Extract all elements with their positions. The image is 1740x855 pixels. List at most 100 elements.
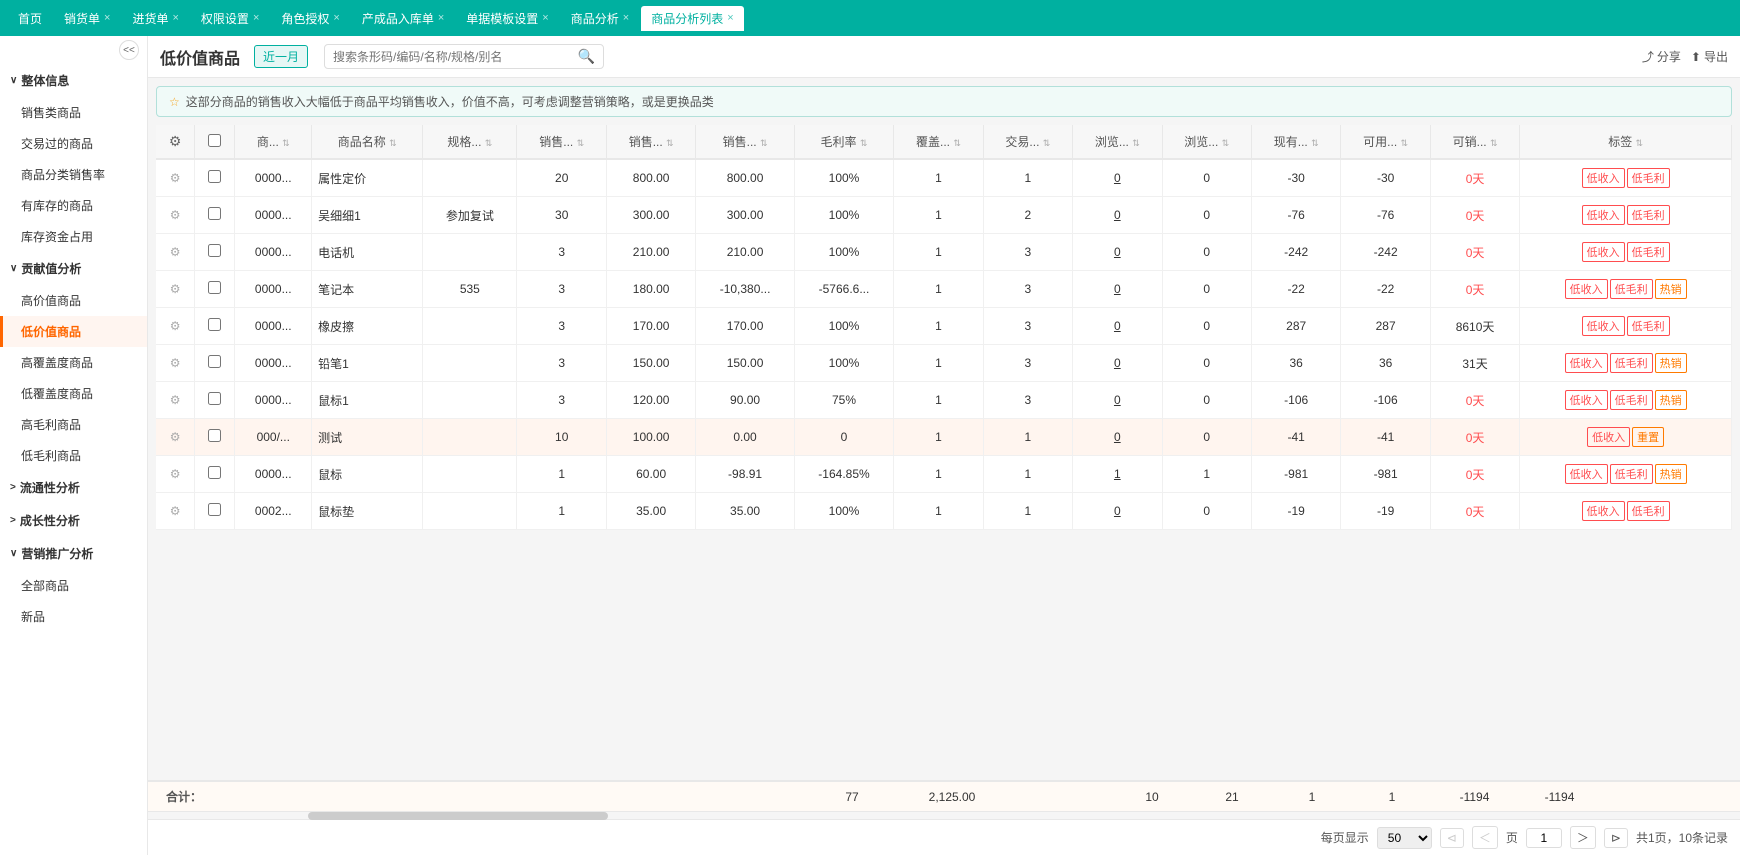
nav-sales-order[interactable]: 销货单 ×	[54, 6, 120, 31]
row-gear-icon[interactable]: ⚙	[170, 319, 181, 333]
tag-badge[interactable]: 低毛利	[1627, 501, 1670, 521]
browse1-link[interactable]: 0	[1114, 430, 1121, 444]
row-checkbox[interactable]	[208, 281, 221, 294]
col-available[interactable]: 可用... ⇅	[1341, 125, 1430, 159]
tag-badge[interactable]: 低毛利	[1610, 353, 1653, 373]
first-page-button[interactable]: ⊲	[1440, 828, 1464, 848]
close-icon[interactable]: ×	[727, 12, 733, 24]
col-browse2[interactable]: 浏览... ⇅	[1162, 125, 1251, 159]
tag-badge[interactable]: 低收入	[1565, 353, 1608, 373]
tag-badge[interactable]: 低收入	[1582, 242, 1625, 262]
cell-settings[interactable]: ⚙	[156, 308, 195, 345]
cell-settings[interactable]: ⚙	[156, 234, 195, 271]
sidebar-group-circulation[interactable]: > 流通性分析	[0, 471, 147, 504]
sidebar-item-stock-capital[interactable]: 库存资金占用	[0, 221, 147, 252]
row-gear-icon[interactable]: ⚙	[170, 171, 181, 185]
sidebar-item-sales-products[interactable]: 销售类商品	[0, 97, 147, 128]
sidebar-item-traded-products[interactable]: 交易过的商品	[0, 128, 147, 159]
nav-product-analysis-list[interactable]: 商品分析列表 ×	[641, 6, 743, 31]
export-button[interactable]: ⬆ 导出	[1691, 48, 1728, 65]
cell-checkbox[interactable]	[195, 456, 235, 493]
row-gear-icon[interactable]: ⚙	[170, 356, 181, 370]
tag-badge[interactable]: 低收入	[1582, 168, 1625, 188]
row-gear-icon[interactable]: ⚙	[170, 282, 181, 296]
row-checkbox[interactable]	[208, 429, 221, 442]
col-trade[interactable]: 交易... ⇅	[983, 125, 1072, 159]
row-checkbox[interactable]	[208, 170, 221, 183]
cell-checkbox[interactable]	[195, 493, 235, 530]
cell-settings[interactable]: ⚙	[156, 382, 195, 419]
tag-badge[interactable]: 低收入	[1582, 316, 1625, 336]
row-checkbox[interactable]	[208, 355, 221, 368]
col-sales-qty[interactable]: 销售... ⇅	[517, 125, 606, 159]
cell-settings[interactable]: ⚙	[156, 493, 195, 530]
col-code[interactable]: 商... ⇅	[235, 125, 312, 159]
sidebar-group-marketing[interactable]: ∨ 营销推广分析	[0, 537, 147, 570]
tag-badge[interactable]: 低收入	[1565, 390, 1608, 410]
col-settings[interactable]: ⚙	[156, 125, 195, 159]
time-filter-badge[interactable]: 近一月	[254, 45, 308, 68]
share-button[interactable]: ⤴ 分享	[1642, 48, 1681, 65]
col-name[interactable]: 商品名称 ⇅	[312, 125, 423, 159]
cell-checkbox[interactable]	[195, 308, 235, 345]
row-gear-icon[interactable]: ⚙	[170, 393, 181, 407]
sidebar-item-high-margin[interactable]: 高毛利商品	[0, 409, 147, 440]
col-gross-rate[interactable]: 毛利率 ⇅	[794, 125, 893, 159]
cell-browse1[interactable]: 0	[1073, 493, 1162, 530]
row-gear-icon[interactable]: ⚙	[170, 504, 181, 518]
nav-product-analysis[interactable]: 商品分析 ×	[561, 6, 639, 31]
nav-product-inbound[interactable]: 产成品入库单 ×	[352, 6, 454, 31]
search-icon[interactable]: 🔍	[578, 48, 595, 65]
browse1-link[interactable]: 0	[1114, 282, 1121, 296]
browse1-link[interactable]: 0	[1114, 356, 1121, 370]
col-sales-price[interactable]: 销售... ⇅	[606, 125, 695, 159]
cell-browse1[interactable]: 0	[1073, 308, 1162, 345]
row-checkbox[interactable]	[208, 318, 221, 331]
col-browse1[interactable]: 浏览... ⇅	[1073, 125, 1162, 159]
row-checkbox[interactable]	[208, 392, 221, 405]
col-tags[interactable]: 标签 ⇅	[1520, 125, 1732, 159]
sidebar-item-new-products[interactable]: 新品	[0, 601, 147, 632]
sidebar-item-low-margin[interactable]: 低毛利商品	[0, 440, 147, 471]
row-gear-icon[interactable]: ⚙	[170, 467, 181, 481]
tag-badge[interactable]: 低收入	[1587, 427, 1630, 447]
close-icon[interactable]: ×	[172, 12, 178, 24]
tag-badge[interactable]: 低毛利	[1627, 242, 1670, 262]
cell-browse1[interactable]: 0	[1073, 419, 1162, 456]
cell-settings[interactable]: ⚙	[156, 456, 195, 493]
nav-role-auth[interactable]: 角色授权 ×	[271, 6, 349, 31]
cell-browse1[interactable]: 0	[1073, 159, 1162, 197]
search-input[interactable]	[333, 50, 578, 64]
close-icon[interactable]: ×	[333, 12, 339, 24]
cell-browse1[interactable]: 1	[1073, 456, 1162, 493]
tag-badge[interactable]: 低毛利	[1610, 390, 1653, 410]
collapse-button[interactable]: <<	[119, 40, 139, 60]
row-checkbox[interactable]	[208, 466, 221, 479]
row-checkbox[interactable]	[208, 244, 221, 257]
col-spec[interactable]: 规格... ⇅	[423, 125, 517, 159]
tag-badge[interactable]: 低收入	[1582, 501, 1625, 521]
sidebar-item-in-stock-products[interactable]: 有库存的商品	[0, 190, 147, 221]
browse1-link[interactable]: 0	[1114, 245, 1121, 259]
col-coverage[interactable]: 覆盖... ⇅	[894, 125, 983, 159]
cell-settings[interactable]: ⚙	[156, 197, 195, 234]
tag-badge[interactable]: 低收入	[1565, 464, 1608, 484]
tag-badge[interactable]: 热销	[1655, 390, 1687, 410]
scrollbar-thumb[interactable]	[308, 812, 608, 820]
col-sales-amount[interactable]: 销售... ⇅	[696, 125, 794, 159]
next-page-button[interactable]: ＞	[1570, 826, 1596, 849]
last-page-button[interactable]: ⊳	[1604, 828, 1628, 848]
row-gear-icon[interactable]: ⚙	[170, 208, 181, 222]
select-all-checkbox[interactable]	[208, 134, 221, 147]
tag-badge[interactable]: 低收入	[1565, 279, 1608, 299]
cell-checkbox[interactable]	[195, 159, 235, 197]
current-page-input[interactable]	[1526, 828, 1562, 848]
tag-badge[interactable]: 低毛利	[1627, 316, 1670, 336]
sidebar-group-overall[interactable]: ∨ 整体信息	[0, 64, 147, 97]
nav-permissions[interactable]: 权限设置 ×	[191, 6, 269, 31]
cell-checkbox[interactable]	[195, 345, 235, 382]
nav-template-settings[interactable]: 单据模板设置 ×	[456, 6, 558, 31]
cell-checkbox[interactable]	[195, 234, 235, 271]
table-container[interactable]: ⚙ 商... ⇅ 商品名称 ⇅ 规格... ⇅ 销售... ⇅ 销售... ⇅ …	[156, 125, 1732, 780]
browse1-link[interactable]: 0	[1114, 319, 1121, 333]
